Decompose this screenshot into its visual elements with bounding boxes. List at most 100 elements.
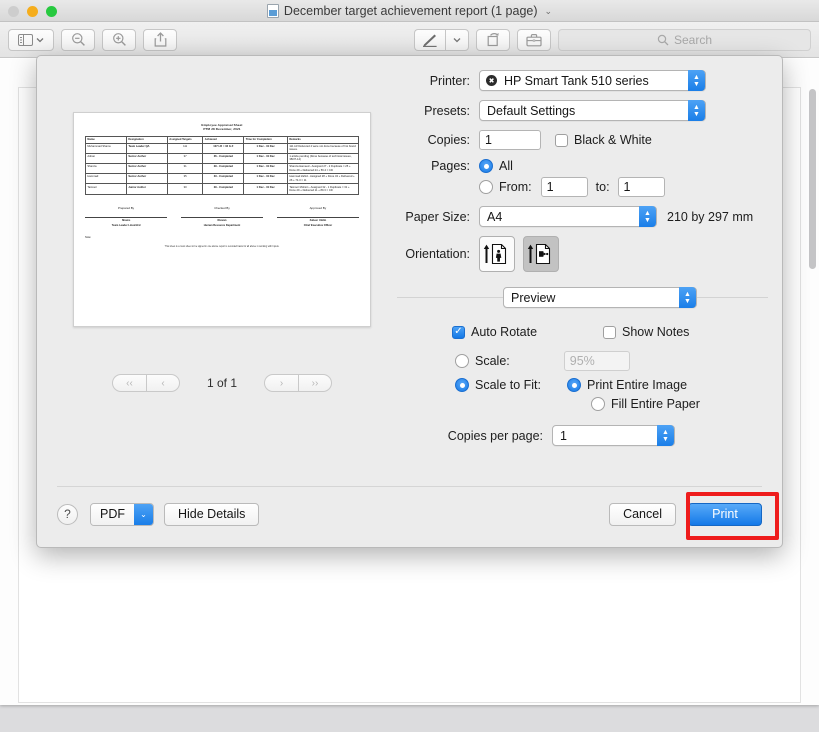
cancel-button[interactable]: Cancel: [609, 502, 676, 526]
col-assigned: Assigned Targets: [166, 135, 204, 144]
signature-block: Prepared By Shams Team Leader Linux/Hrd: [85, 205, 168, 227]
chevron-down-icon: [36, 37, 44, 42]
pages-all-radio[interactable]: [479, 159, 493, 173]
pages-label: Pages:: [431, 159, 470, 173]
printer-label: Printer:: [429, 73, 470, 88]
print-entire-image-radio[interactable]: [567, 378, 581, 392]
table-row: Hammad Senior Author 35 33 - Completed 1…: [85, 173, 360, 185]
copies-input[interactable]: 1: [479, 130, 541, 150]
presets-label: Presets:: [424, 103, 470, 118]
presets-row: Presets: Default Settings ▲ ▼: [397, 100, 768, 121]
page-indicator: 1 of 1: [206, 376, 238, 390]
cell-time: 1 Dec - 31 Dec: [243, 183, 288, 195]
pages-from-radio[interactable]: [479, 180, 493, 194]
zoom-out-button[interactable]: [61, 28, 95, 51]
pages-to-input[interactable]: 1: [617, 177, 665, 197]
fill-entire-paper-row: Fill Entire Paper: [397, 397, 768, 411]
preview-doc-table: Name Designation Assigned Targets Achiev…: [85, 135, 360, 195]
rotate-button[interactable]: [476, 28, 510, 51]
print-module-select[interactable]: Preview ▲ ▼: [503, 287, 697, 308]
black-white-label: Black & White: [574, 133, 652, 147]
presets-select[interactable]: Default Settings ▲ ▼: [479, 100, 706, 121]
preview-footer-text: This sheet is a must sheet to be signed …: [164, 245, 280, 248]
window-title-text: December target achievement report (1 pa…: [283, 4, 538, 18]
orientation-portrait-button[interactable]: [479, 236, 515, 272]
cell-time: 1 Dec - 31 Dec: [243, 173, 288, 185]
fill-entire-paper-radio[interactable]: [591, 397, 605, 411]
table-row: Muhammad Shams Team Leader QA 111 107 LR…: [85, 142, 360, 154]
cell-assigned: 37: [166, 152, 204, 164]
scale-to-fit-radio[interactable]: [455, 378, 469, 392]
chevron-down-icon[interactable]: ⌄: [545, 6, 553, 17]
print-preview-page: Employee Appraisal Sheet PTM 28 December…: [73, 112, 371, 327]
canvas-scrollbar[interactable]: [807, 89, 817, 675]
print-module-value: Preview: [511, 290, 556, 305]
cell-designation: Team Leader QA: [125, 142, 168, 154]
stepper-icon[interactable]: ▲ ▼: [639, 206, 656, 227]
toolbox-icon: [526, 33, 542, 46]
cell-name: Hammad: [85, 173, 127, 185]
scale-input[interactable]: 95%: [563, 351, 630, 371]
help-button[interactable]: ?: [57, 503, 78, 525]
pages-from-input[interactable]: 1: [540, 177, 588, 197]
window-titlebar: December target achievement report (1 pa…: [0, 0, 819, 22]
preview-document-content: Employee Appraisal Sheet PTM 28 December…: [85, 123, 360, 248]
preview-pager: ‹‹ ‹ 1 of 1 › ››: [61, 374, 383, 392]
scale-radio[interactable]: [455, 354, 469, 368]
zoom-in-button[interactable]: [102, 28, 136, 51]
previous-page-button[interactable]: ‹: [146, 374, 180, 392]
paper-size-label: Paper Size:: [405, 209, 470, 224]
stepper-icon[interactable]: ▲ ▼: [688, 100, 705, 121]
pages-range-row: From: 1 to: 1: [397, 177, 768, 197]
printer-select[interactable]: ✖ HP Smart Tank 510 series ▲ ▼: [479, 70, 706, 91]
first-page-button[interactable]: ‹‹: [112, 374, 146, 392]
print-button[interactable]: Print: [688, 502, 762, 526]
scrollbar-thumb[interactable]: [809, 89, 816, 269]
portrait-icon: [483, 243, 507, 265]
stepper-icon[interactable]: ▲ ▼: [679, 287, 696, 308]
pages-from-label: From:: [499, 180, 532, 194]
last-page-button[interactable]: ››: [298, 374, 332, 392]
pdf-button[interactable]: PDF ⌄: [90, 502, 154, 526]
cell-time: 1 Dec - 31 Dec: [243, 162, 288, 175]
share-button[interactable]: [143, 28, 177, 51]
col-remarks: Remarks: [286, 135, 360, 144]
chevron-down-icon[interactable]: ⌄: [134, 503, 153, 525]
print-preview-column: Employee Appraisal Sheet PTM 28 December…: [61, 112, 383, 392]
sidebar-toggle-button[interactable]: [8, 28, 54, 51]
table-header-row: Name Designation Assigned Targets Achiev…: [85, 135, 360, 144]
window-toolbar: Search: [0, 22, 819, 58]
markup-options-button[interactable]: [445, 28, 469, 51]
black-white-checkbox[interactable]: [555, 133, 568, 147]
fill-entire-paper-label: Fill Entire Paper: [611, 397, 700, 411]
markup-button[interactable]: [414, 28, 445, 51]
hide-details-button[interactable]: Hide Details: [164, 502, 260, 526]
print-dialog-footer: ? PDF ⌄ Hide Details Cancel Print: [57, 499, 762, 529]
table-row: Adnan Senior Author 37 36 - Completed 1 …: [85, 152, 360, 164]
signature-rule: [180, 216, 264, 218]
cell-name: Taimoor: [85, 183, 127, 195]
orientation-landscape-button[interactable]: [523, 236, 559, 272]
scale-to-fit-row: Scale to Fit: Print Entire Image: [397, 378, 768, 392]
signature-caption: Prepared By: [118, 205, 135, 210]
cell-achieved: 29 - Completed: [202, 162, 245, 175]
stepper-icon[interactable]: ▲ ▼: [688, 70, 705, 91]
signature-caption: Checked By: [214, 205, 230, 210]
stepper-icon[interactable]: ▲ ▼: [657, 425, 674, 446]
print-dialog: Employee Appraisal Sheet PTM 28 December…: [36, 55, 783, 548]
auto-rotate-checkbox[interactable]: [452, 325, 465, 339]
next-page-button[interactable]: ›: [264, 374, 298, 392]
col-achieved: Achieved: [202, 135, 245, 144]
paper-size-select[interactable]: A4 ▲ ▼: [479, 206, 657, 227]
preview-doc-title-2: PTM 28 December, 2021: [203, 127, 241, 132]
copies-per-page-select[interactable]: 1 ▲ ▼: [552, 425, 675, 446]
signature-rule: [276, 216, 359, 218]
show-notes-checkbox[interactable]: [603, 325, 617, 339]
scale-row: Scale: 95%: [397, 351, 768, 371]
toolbox-button[interactable]: [517, 28, 551, 51]
cell-time: 1 Dec - 31 Dec: [243, 152, 288, 164]
col-time: Time for Completion: [243, 135, 288, 144]
search-input[interactable]: Search: [558, 28, 811, 51]
pager-forward-group: › ››: [264, 374, 332, 392]
signature-role: Team Leader Linux/Hrd: [111, 223, 141, 227]
